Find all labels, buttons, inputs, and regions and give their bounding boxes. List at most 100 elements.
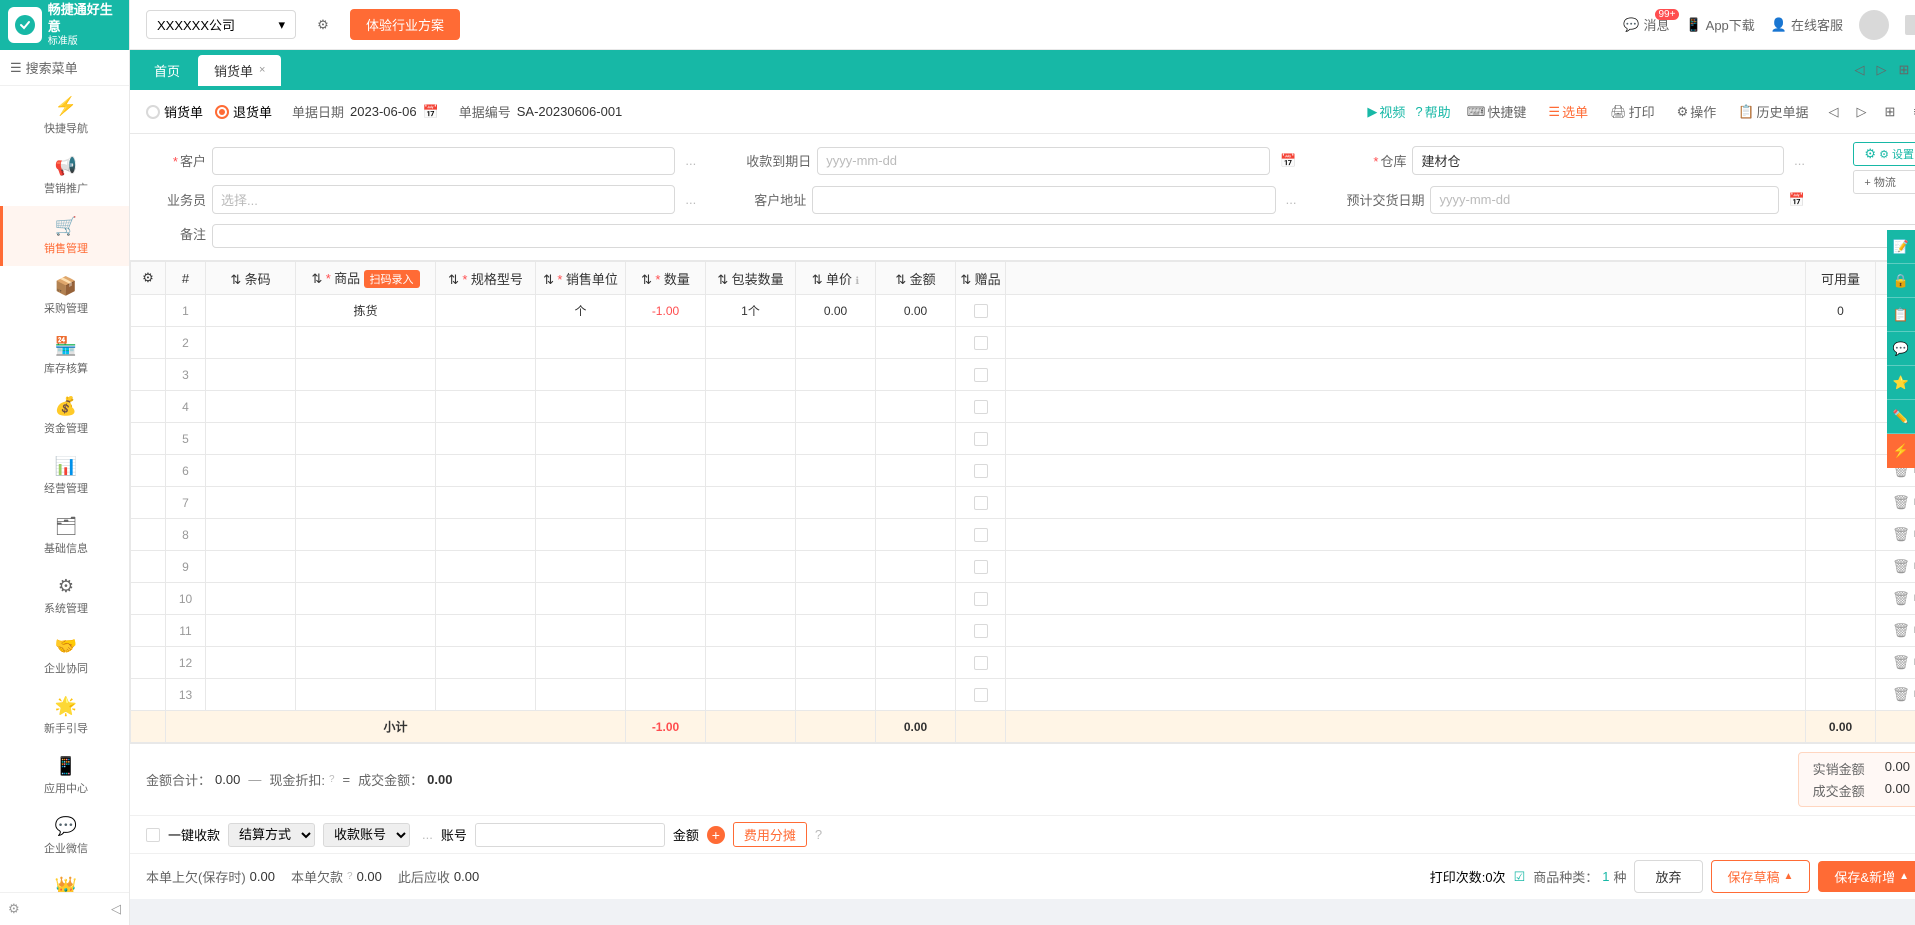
td-barcode-2[interactable] (206, 327, 296, 359)
scan-button[interactable]: 扫码录入 (364, 270, 420, 288)
header-settings-icon[interactable]: ⚙ (308, 10, 338, 40)
td-price-1[interactable]: 0.00 (796, 295, 876, 327)
salesperson-ellipsis[interactable]: ... (685, 192, 696, 207)
ri-item-6[interactable]: ✏️ (1887, 400, 1915, 434)
customer-addr-ellipsis[interactable]: ... (1286, 192, 1297, 207)
sort-icon5[interactable]: ⇅ (641, 272, 652, 287)
ri-item-1[interactable]: 📝 (1887, 230, 1915, 264)
delete-icon-10[interactable]: 🗑 (1892, 590, 1910, 607)
sidebar-search[interactable]: ☰ 搜索菜单 (0, 50, 129, 86)
view-list-icon[interactable]: ≡ (1909, 102, 1915, 121)
sidebar-item-wechat[interactable]: 💬 企业微信 (0, 806, 129, 866)
td-spec-2[interactable] (436, 327, 536, 359)
sidebar-item-purchase[interactable]: 📦 采购管理 (0, 266, 129, 326)
delete-icon-8[interactable]: 🗑 (1892, 526, 1910, 543)
shortcut-link[interactable]: ⌨ 快捷键 (1461, 100, 1533, 123)
ri-item-3[interactable]: 📋 (1887, 298, 1915, 332)
td-amount-2[interactable] (876, 327, 956, 359)
ri-item-orange[interactable]: ⚡ (1887, 434, 1915, 468)
expense-help-icon[interactable]: ? (815, 827, 822, 842)
td-unit-1[interactable]: 个 (536, 295, 626, 327)
ri-item-5[interactable]: ⭐ (1887, 366, 1915, 400)
sort-icon7[interactable]: ⇅ (812, 272, 823, 287)
td-qty-2[interactable] (626, 327, 706, 359)
user-avatar[interactable] (1859, 10, 1889, 40)
sidebar-item-marketing[interactable]: 📢 营销推广 (0, 146, 129, 206)
tab-nav-right[interactable]: ▷ (1873, 60, 1891, 80)
trial-button[interactable]: 体验行业方案 (350, 9, 460, 40)
warehouse-input[interactable]: 建材仓 (1412, 146, 1784, 175)
sidebar-item-member[interactable]: 👑 畅会员 (0, 866, 129, 892)
warehouse-ellipsis[interactable]: ... (1794, 153, 1805, 168)
receive-date-cal-icon[interactable]: 📅 (1280, 153, 1296, 169)
sidebar-item-guide[interactable]: 🌟 新手引导 (0, 686, 129, 746)
sidebar-item-basic[interactable]: 🗂 基础信息 (0, 506, 129, 566)
sidebar-collapse-icon[interactable]: ◁ (111, 901, 121, 917)
td-pkgqty-2[interactable] (706, 327, 796, 359)
delete-icon-12[interactable]: 🗑 (1892, 654, 1910, 671)
tab-nav-left[interactable]: ◁ (1851, 60, 1869, 80)
flow-button[interactable]: + 物流 (1853, 170, 1915, 194)
sidebar-item-enterprise[interactable]: 🤝 企业协同 (0, 626, 129, 686)
ri-item-2[interactable]: 🔒 (1887, 264, 1915, 298)
account-select[interactable]: 收款账号 (323, 823, 410, 847)
add-payment-button[interactable]: + (707, 826, 725, 844)
sidebar-settings-icon[interactable]: ⚙ (8, 901, 20, 917)
salesperson-input[interactable]: 选择... (212, 185, 675, 214)
tab-sales-order[interactable]: 销货单 × (198, 55, 281, 86)
settings-button[interactable]: ⚙ ⚙ 设置 (1853, 142, 1915, 166)
tab-home[interactable]: 首页 (138, 55, 196, 86)
delete-icon-7[interactable]: 🗑 (1892, 494, 1910, 511)
save-new-button[interactable]: 保存&新增 ▲ (1818, 861, 1915, 892)
sort-icon9[interactable]: ⇅ (960, 272, 971, 287)
company-selector[interactable]: XXXXXX公司 ▾ (146, 10, 296, 39)
save-draft-button[interactable]: 保存草稿 ▲ (1711, 860, 1811, 893)
this-order-missing-info-icon[interactable]: ? (347, 871, 353, 882)
expected-date-cal-icon[interactable]: 📅 (1789, 192, 1805, 208)
ri-item-4[interactable]: 💬 (1887, 332, 1915, 366)
cash-discount-info-icon[interactable]: ? (329, 774, 335, 785)
video-link[interactable]: ▶ 视频 (1367, 102, 1405, 121)
select-link[interactable]: ☰ 选单 (1542, 100, 1594, 123)
view-grid-icon[interactable]: ⊞ (1881, 102, 1900, 122)
sort-icon[interactable]: ⇅ (230, 272, 241, 287)
discard-button[interactable]: 放弃 (1634, 860, 1702, 893)
customer-addr-input[interactable] (812, 186, 1275, 214)
td-amount-1[interactable]: 0.00 (876, 295, 956, 327)
td-unit-2[interactable] (536, 327, 626, 359)
calendar-icon[interactable]: 📅 (423, 104, 439, 120)
td-barcode-1[interactable] (206, 295, 296, 327)
td-goods-1[interactable]: 拣货 (296, 295, 436, 327)
calc-method-select[interactable]: 结算方式 (228, 823, 315, 847)
sort-icon3[interactable]: ⇅ (448, 272, 459, 287)
help-link[interactable]: ? 帮助 (1415, 102, 1450, 121)
history-link[interactable]: 📋 历史单据 (1732, 100, 1814, 123)
one-click-checkbox[interactable] (146, 828, 160, 842)
td-qty-1[interactable]: -1.00 (626, 295, 706, 327)
app-download-item[interactable]: 📱 App下载 (1685, 15, 1754, 34)
sidebar-item-sales[interactable]: 🛒 销售管理 (0, 206, 129, 266)
notes-input[interactable] (212, 224, 1915, 248)
delete-icon-13[interactable]: 🗑 (1892, 686, 1910, 703)
delete-icon-9[interactable]: 🗑 (1892, 558, 1910, 575)
sort-icon2[interactable]: ⇅ (311, 271, 322, 286)
sidebar-item-business[interactable]: 📊 经营管理 (0, 446, 129, 506)
online-service-item[interactable]: 👤 在线客服 (1771, 15, 1843, 34)
radio-sales[interactable]: 销货单 (146, 102, 203, 121)
td-pkgqty-1[interactable]: 1个 (706, 295, 796, 327)
sort-icon4[interactable]: ⇅ (543, 272, 554, 287)
td-gift-1[interactable] (956, 295, 1006, 327)
sidebar-item-system[interactable]: ⚙ 系统管理 (0, 566, 129, 626)
td-price-2[interactable] (796, 327, 876, 359)
tab-view-grid[interactable]: ⊞ (1895, 60, 1914, 80)
expense-split-button[interactable]: 费用分摊 (733, 822, 807, 847)
radio-return[interactable]: 退货单 (215, 102, 272, 121)
ops-link[interactable]: ⚙ 操作 (1671, 100, 1723, 123)
sort-icon8[interactable]: ⇅ (895, 272, 906, 287)
customer-ellipsis[interactable]: ... (685, 153, 696, 168)
sort-icon6[interactable]: ⇅ (717, 272, 728, 287)
price-info-icon[interactable]: ℹ (855, 276, 859, 287)
nav-prev[interactable]: ◁ (1825, 102, 1843, 122)
nav-next[interactable]: ▷ (1853, 102, 1871, 122)
customer-input[interactable] (212, 147, 675, 175)
